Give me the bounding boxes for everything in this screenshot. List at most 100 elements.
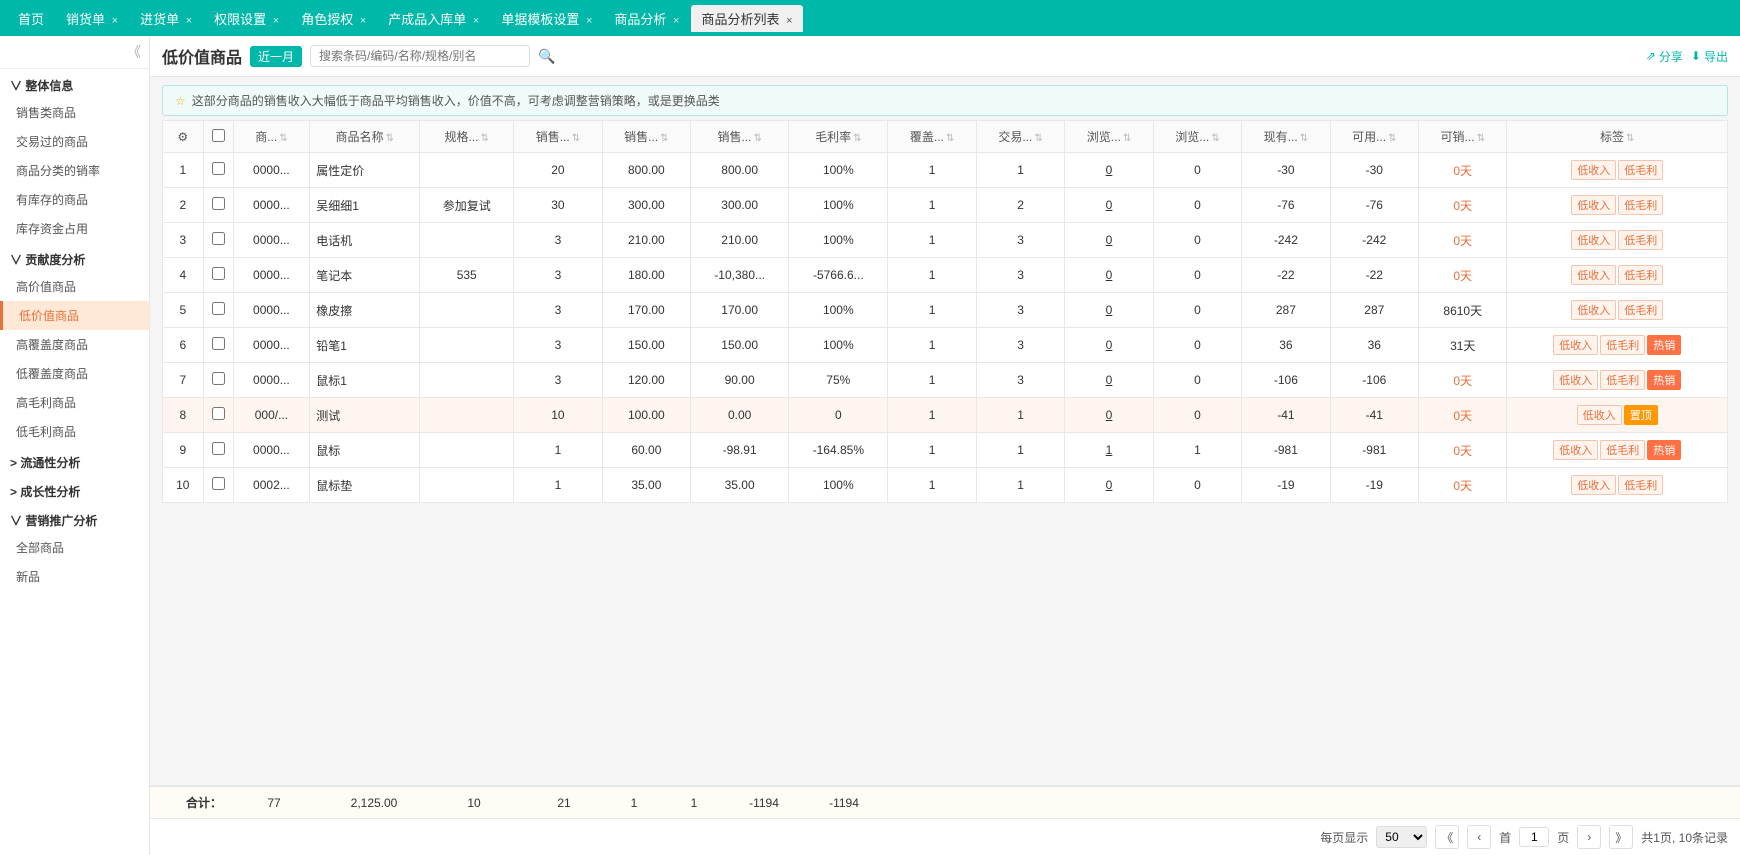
select-all-checkbox[interactable] (212, 129, 225, 142)
next-page-btn[interactable]: › (1577, 825, 1601, 849)
views-link[interactable]: 0 (1106, 338, 1113, 352)
cell-name: 鼠标 (310, 433, 420, 468)
share-button[interactable]: ⇗ 分享 (1646, 48, 1683, 65)
sidebar-item-low-margin[interactable]: 低毛利商品 (0, 417, 149, 446)
cell-views1[interactable]: 0 (1065, 258, 1153, 293)
nav-role[interactable]: 角色授权 × (291, 5, 376, 32)
nav-template[interactable]: 单据模板设置 × (491, 5, 602, 32)
cell-views1[interactable]: 0 (1065, 293, 1153, 328)
sidebar-item-stock-fund[interactable]: 库存资金占用 (0, 214, 149, 243)
col-sales-qty[interactable]: 销售...⇅ (514, 121, 602, 153)
sidebar-item-high-value[interactable]: 高价值商品 (0, 272, 149, 301)
cell-checkbox[interactable] (203, 293, 233, 328)
sidebar-item-low-value[interactable]: 低价值商品 (0, 301, 149, 330)
nav-analysis[interactable]: 商品分析 × (604, 5, 689, 32)
sidebar-item-category-rate[interactable]: 商品分类的销率 (0, 156, 149, 185)
nav-product-in[interactable]: 产成品入库单 × (378, 5, 489, 32)
cell-checkbox[interactable] (203, 398, 233, 433)
col-settings[interactable]: ⚙ (163, 121, 204, 153)
sidebar-group-contribution[interactable]: ∨ 贡献度分析 (0, 243, 149, 272)
col-views2[interactable]: 浏览...⇅ (1153, 121, 1241, 153)
page-input[interactable] (1519, 827, 1549, 847)
views-link[interactable]: 0 (1106, 373, 1113, 387)
row-checkbox[interactable] (212, 407, 225, 420)
col-coverage[interactable]: 覆盖...⇅ (888, 121, 976, 153)
nav-permission[interactable]: 权限设置 × (204, 5, 289, 32)
cell-transactions: 1 (976, 433, 1064, 468)
sidebar-item-traded[interactable]: 交易过的商品 (0, 127, 149, 156)
views-link[interactable]: 0 (1106, 163, 1113, 177)
row-checkbox[interactable] (212, 232, 225, 245)
col-sales-profit[interactable]: 销售...⇅ (691, 121, 789, 153)
cell-views1[interactable]: 0 (1065, 328, 1153, 363)
views-link[interactable]: 0 (1106, 303, 1113, 317)
share-icon: ⇗ (1646, 49, 1656, 63)
cell-views1[interactable]: 0 (1065, 398, 1153, 433)
nav-home[interactable]: 首页 (8, 5, 54, 32)
views-link[interactable]: 0 (1106, 408, 1113, 422)
cell-checkbox[interactable] (203, 258, 233, 293)
col-views1[interactable]: 浏览...⇅ (1065, 121, 1153, 153)
col-checkbox[interactable] (203, 121, 233, 153)
col-spec[interactable]: 规格...⇅ (420, 121, 514, 153)
sidebar-collapse-btn[interactable]: 《 (0, 36, 149, 69)
row-checkbox[interactable] (212, 197, 225, 210)
sidebar-group-growth[interactable]: > 成长性分析 (0, 475, 149, 504)
col-transactions[interactable]: 交易...⇅ (976, 121, 1064, 153)
views-link[interactable]: 0 (1106, 268, 1113, 282)
col-margin[interactable]: 毛利率⇅ (789, 121, 888, 153)
filter-tag-month[interactable]: 近一月 (250, 46, 302, 67)
row-checkbox[interactable] (212, 337, 225, 350)
col-saleable[interactable]: 可销...⇅ (1419, 121, 1507, 153)
cell-checkbox[interactable] (203, 153, 233, 188)
export-button[interactable]: ⬇ 导出 (1691, 48, 1728, 65)
nav-sales[interactable]: 销货单 × (56, 5, 128, 32)
views-link[interactable]: 0 (1106, 478, 1113, 492)
cell-views1[interactable]: 0 (1065, 153, 1153, 188)
row-checkbox[interactable] (212, 267, 225, 280)
col-tags[interactable]: 标签⇅ (1507, 121, 1728, 153)
sidebar-item-low-coverage[interactable]: 低覆盖度商品 (0, 359, 149, 388)
prev-page-btn[interactable]: ‹ (1467, 825, 1491, 849)
col-available[interactable]: 可用...⇅ (1330, 121, 1418, 153)
page-size-select[interactable]: 50 100 (1376, 826, 1427, 848)
search-icon[interactable]: 🔍 (538, 48, 555, 65)
cell-checkbox[interactable] (203, 468, 233, 503)
views-link[interactable]: 0 (1106, 198, 1113, 212)
views-link[interactable]: 1 (1106, 443, 1113, 457)
first-page-btn[interactable]: 《 (1435, 825, 1459, 849)
views-link[interactable]: 0 (1106, 233, 1113, 247)
row-checkbox[interactable] (212, 477, 225, 490)
cell-checkbox[interactable] (203, 223, 233, 258)
cell-checkbox[interactable] (203, 328, 233, 363)
cell-checkbox[interactable] (203, 363, 233, 398)
sidebar-item-new[interactable]: 新品 (0, 562, 149, 591)
nav-purchase[interactable]: 进货单 × (130, 5, 202, 32)
cell-views1[interactable]: 0 (1065, 223, 1153, 258)
sidebar-item-all-goods[interactable]: 全部商品 (0, 533, 149, 562)
col-sales-amount[interactable]: 销售...⇅ (602, 121, 690, 153)
cell-checkbox[interactable] (203, 188, 233, 223)
sidebar-item-sales-goods[interactable]: 销售类商品 (0, 98, 149, 127)
row-checkbox[interactable] (212, 372, 225, 385)
cell-checkbox[interactable] (203, 433, 233, 468)
cell-views1[interactable]: 0 (1065, 468, 1153, 503)
cell-views1[interactable]: 1 (1065, 433, 1153, 468)
sidebar-item-high-margin[interactable]: 高毛利商品 (0, 388, 149, 417)
col-stock[interactable]: 现有...⇅ (1242, 121, 1330, 153)
row-checkbox[interactable] (212, 442, 225, 455)
row-checkbox[interactable] (212, 162, 225, 175)
sidebar-group-marketing[interactable]: ∨ 营销推广分析 (0, 504, 149, 533)
col-code[interactable]: 商...⇅ (233, 121, 310, 153)
sidebar-item-high-coverage[interactable]: 高覆盖度商品 (0, 330, 149, 359)
last-page-btn[interactable]: 》 (1609, 825, 1633, 849)
sidebar-group-overview[interactable]: ∨ 整体信息 (0, 69, 149, 98)
sidebar-item-stock-goods[interactable]: 有库存的商品 (0, 185, 149, 214)
col-name[interactable]: 商品名称⇅ (310, 121, 420, 153)
search-input[interactable] (310, 45, 530, 67)
row-checkbox[interactable] (212, 302, 225, 315)
cell-views1[interactable]: 0 (1065, 188, 1153, 223)
cell-views1[interactable]: 0 (1065, 363, 1153, 398)
nav-analysis-list[interactable]: 商品分析列表 × (691, 5, 802, 32)
sidebar-group-liquidity[interactable]: > 流通性分析 (0, 446, 149, 475)
